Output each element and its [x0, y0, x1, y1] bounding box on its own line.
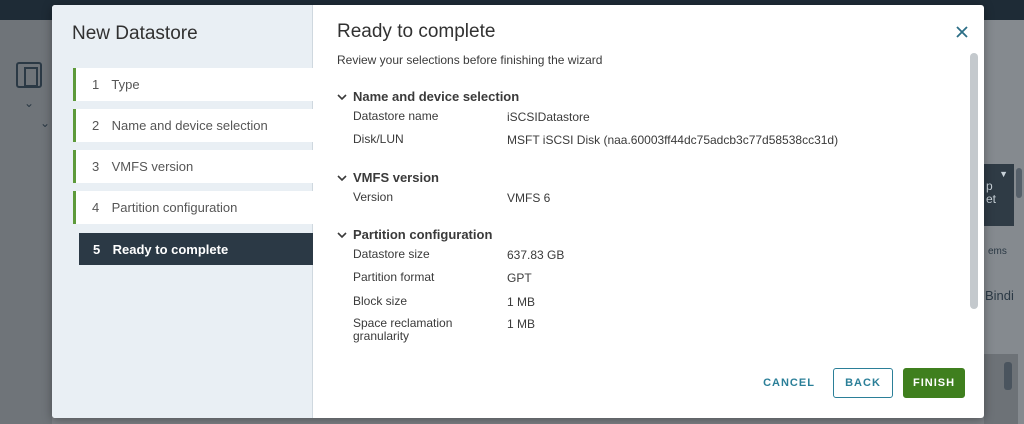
chevron-down-icon [337, 230, 353, 242]
step-number: 2 [92, 118, 100, 133]
space-reclamation-granularity-label: Space reclamation granularity [353, 316, 453, 343]
inventory-icon [16, 62, 42, 88]
version-label: Version [353, 190, 394, 204]
background-tab-label: Bindi [985, 288, 1014, 303]
chevron-down-icon: ⌄ [40, 116, 51, 130]
block-size-label: Block size [353, 294, 408, 308]
step-number: 5 [93, 242, 101, 257]
datastore-size-value: 637.83 GB [507, 248, 565, 262]
section-title: Partition configuration [353, 227, 493, 242]
content-scrollbar[interactable] [968, 49, 980, 349]
section-name-and-device-header[interactable]: Name and device selection [337, 89, 519, 104]
step-label: Partition configuration [111, 200, 238, 215]
background-card-text: et [986, 192, 997, 206]
back-button[interactable]: BACK [833, 368, 893, 398]
disk-lun-label: Disk/LUN [353, 132, 404, 146]
background-scrollbar [1016, 168, 1022, 198]
background-scrollbar [1004, 362, 1012, 390]
step-label: Name and device selection [111, 118, 268, 133]
wizard-step-type[interactable]: 1 Type [73, 68, 313, 101]
section-partition-configuration-header[interactable]: Partition configuration [337, 227, 492, 242]
page-subtitle: Review your selections before finishing … [337, 53, 603, 67]
wizard-step-partition-configuration[interactable]: 4 Partition configuration [73, 191, 313, 224]
wizard-content: Ready to complete Review your selections… [314, 5, 984, 418]
wizard-step-ready-to-complete[interactable]: 5 Ready to complete [79, 233, 313, 265]
partition-format-value: GPT [507, 271, 532, 285]
step-number: 3 [92, 159, 100, 174]
section-title: Name and device selection [353, 89, 520, 104]
wizard-step-nav: New Datastore 1 Type 2 Name and device s… [52, 5, 313, 418]
step-label: VMFS version [111, 159, 194, 174]
dialog-title: New Datastore [72, 23, 198, 44]
step-number: 1 [92, 77, 100, 92]
chevron-down-icon [337, 173, 353, 185]
background-items-label: ems [988, 246, 1007, 257]
datastore-name-value: iSCSIDatastore [507, 110, 590, 124]
wizard-step-name-and-device[interactable]: 2 Name and device selection [73, 109, 313, 142]
scrollbar-thumb[interactable] [970, 53, 978, 309]
app-left-panel: ⌄ ⌄ [0, 20, 52, 424]
close-icon-glyph [956, 26, 968, 38]
section-title: VMFS version [353, 170, 439, 185]
step-number: 4 [92, 200, 100, 215]
block-size-value: 1 MB [507, 295, 536, 309]
version-value: VMFS 6 [507, 191, 551, 205]
page-title: Ready to complete [337, 21, 496, 42]
wizard-step-vmfs-version[interactable]: 3 VMFS version [73, 150, 313, 183]
caret-down-icon: ▼ [999, 169, 1008, 179]
chevron-down-icon [337, 92, 353, 104]
section-vmfs-version-header[interactable]: VMFS version [337, 170, 439, 185]
disk-lun-value: MSFT iSCSI Disk (naa.60003ff44dc75adcb3c… [507, 133, 839, 147]
new-datastore-dialog: New Datastore 1 Type 2 Name and device s… [52, 5, 984, 418]
datastore-name-label: Datastore name [353, 109, 439, 123]
partition-format-label: Partition format [353, 270, 435, 284]
finish-button[interactable]: FINISH [903, 368, 965, 398]
datastore-size-label: Datastore size [353, 247, 430, 261]
background-panel [984, 354, 1018, 424]
background-card-text: p [986, 179, 993, 193]
step-label: Type [111, 77, 140, 92]
cancel-button[interactable]: CANCEL [760, 368, 818, 398]
background-card: ▼ p et [984, 164, 1014, 226]
step-label: Ready to complete [112, 242, 229, 257]
space-reclamation-granularity-value: 1 MB [507, 317, 536, 331]
app-right-panel: ▼ p et ems Bindi [984, 20, 1024, 424]
close-icon[interactable] [952, 23, 972, 43]
chevron-down-icon: ⌄ [24, 96, 35, 110]
